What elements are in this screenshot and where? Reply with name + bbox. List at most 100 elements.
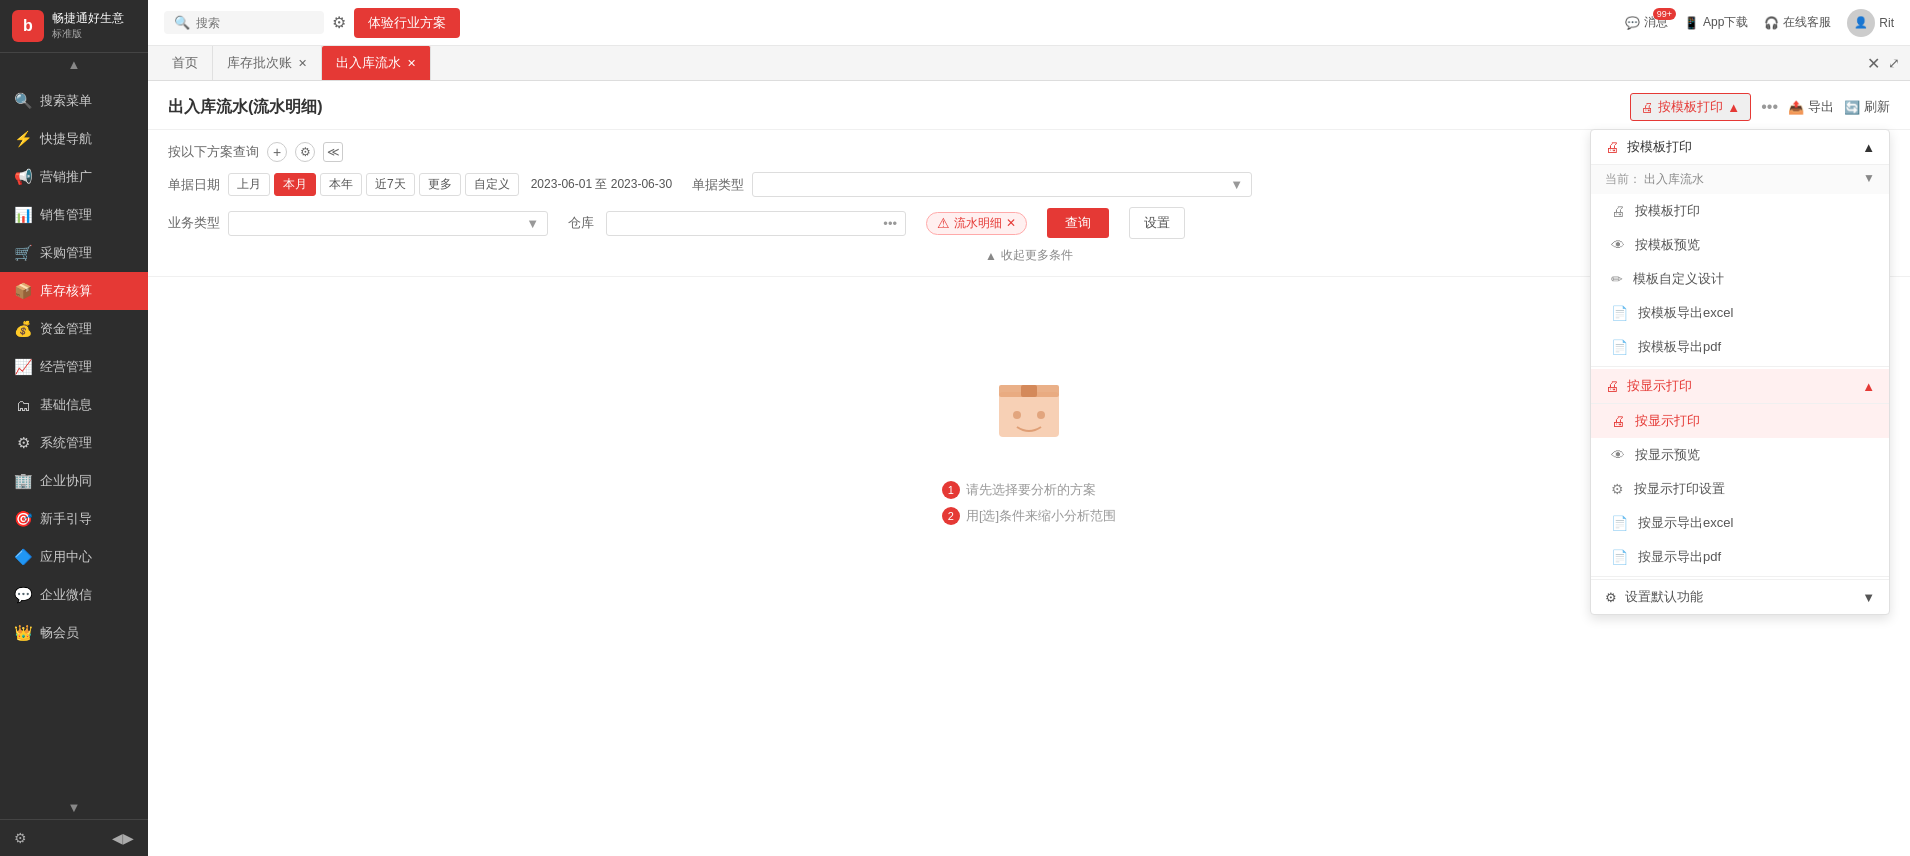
topbar-search-box[interactable]: 🔍 xyxy=(164,11,324,34)
filter-settings-btn[interactable]: ⚙ xyxy=(295,142,315,162)
finance-icon: 💰 xyxy=(14,320,32,338)
export-btn[interactable]: 📤 导出 xyxy=(1788,98,1834,116)
online-service-btn[interactable]: 🎧 在线客服 xyxy=(1764,14,1831,31)
flow-detail-tag[interactable]: ⚠ 流水明细 ✕ xyxy=(926,212,1027,235)
close-all-tabs-icon[interactable]: ✕ xyxy=(1867,54,1880,73)
tip-item-1: 1 请先选择要分析的方案 xyxy=(942,477,1116,503)
date-btn-more[interactable]: 更多 xyxy=(419,173,461,196)
display-preview-item[interactable]: 👁 按显示预览 xyxy=(1591,438,1889,472)
svg-point-3 xyxy=(1013,411,1021,419)
warehouse-select[interactable]: ••• xyxy=(606,211,906,236)
refresh-btn[interactable]: 🔄 刷新 xyxy=(1844,98,1890,116)
warehouse-dots-icon: ••• xyxy=(883,216,897,231)
sales-icon: 📊 xyxy=(14,206,32,224)
template-custom-design-item[interactable]: ✏ 模板自定义设计 xyxy=(1591,262,1889,296)
tab-flow-close-icon[interactable]: ✕ xyxy=(407,57,416,70)
expand-tab-icon[interactable]: ⤢ xyxy=(1888,55,1900,71)
settings-gear-icon[interactable]: ⚙ xyxy=(332,13,346,32)
sidebar-item-app-center[interactable]: 🔷 应用中心 xyxy=(0,538,148,576)
query-btn[interactable]: 查询 xyxy=(1047,208,1109,238)
empty-tips: 1 请先选择要分析的方案 2 用[选]条件来缩小分析范围 xyxy=(942,477,1116,529)
scroll-up-btn[interactable]: ▲ xyxy=(0,53,148,76)
tag-close-icon[interactable]: ✕ xyxy=(1006,216,1016,230)
chevron-up-collapse-icon: ▲ xyxy=(985,249,997,263)
display-export-excel-item[interactable]: 📄 按显示导出excel xyxy=(1591,506,1889,540)
sidebar-item-basic-info[interactable]: 🗂 基础信息 xyxy=(0,386,148,424)
scroll-down-btn[interactable]: ▼ xyxy=(0,796,148,819)
template-export-excel-item[interactable]: 📄 按模板导出excel xyxy=(1591,296,1889,330)
sidebar-item-operations[interactable]: 📈 经营管理 xyxy=(0,348,148,386)
sidebar-item-purchase[interactable]: 🛒 采购管理 xyxy=(0,234,148,272)
export-icon: 📤 xyxy=(1788,100,1804,115)
template-print-btn[interactable]: 🖨 按模板打印 ▲ xyxy=(1630,93,1751,121)
username-label: Rit xyxy=(1879,16,1894,30)
page-header: 出入库流水(流水明细) 🖨 按模板打印 ▲ ••• 📤 导出 🔄 刷新 xyxy=(148,81,1910,130)
user-avatar-area[interactable]: 👤 Rit xyxy=(1847,9,1894,37)
sidebar-item-system[interactable]: ⚙ 系统管理 xyxy=(0,424,148,462)
sidebar-item-vip[interactable]: 👑 畅会员 xyxy=(0,614,148,652)
print-item-icon: 🖨 xyxy=(1611,203,1625,219)
filter-label: 按以下方案查询 xyxy=(168,143,259,161)
display-pdf-icon: 📄 xyxy=(1611,549,1628,565)
tab-batch-close-icon[interactable]: ✕ xyxy=(298,57,307,70)
guide-icon: 🎯 xyxy=(14,510,32,528)
date-btn-this-year[interactable]: 本年 xyxy=(320,173,362,196)
biz-type-chevron-icon: ▼ xyxy=(526,216,539,231)
footer-collapse-icon[interactable]: ◀▶ xyxy=(112,830,134,846)
wecom-icon: 💬 xyxy=(14,586,32,604)
sidebar-item-sales[interactable]: 📊 销售管理 xyxy=(0,196,148,234)
sidebar-item-marketing[interactable]: 📢 营销推广 xyxy=(0,158,148,196)
template-print-item[interactable]: 🖨 按模板打印 xyxy=(1591,194,1889,228)
template-preview-item[interactable]: 👁 按模板预览 xyxy=(1591,228,1889,262)
sidebar-footer: ⚙ ◀▶ xyxy=(0,819,148,856)
display-export-pdf-item[interactable]: 📄 按显示导出pdf xyxy=(1591,540,1889,574)
display-print-section-header[interactable]: 🖨 按显示打印 ▲ xyxy=(1591,369,1889,404)
tabs-right: ✕ ⤢ xyxy=(1867,54,1900,73)
basic-info-icon: 🗂 xyxy=(14,397,32,414)
date-range-display: 2023-06-01 至 2023-06-30 xyxy=(531,176,672,193)
main-content: 🔍 ⚙ 体验行业方案 💬 消息 99+ 📱 App下载 🎧 在线客服 👤 xyxy=(148,0,1910,856)
more-actions-icon[interactable]: ••• xyxy=(1761,98,1778,116)
sidebar-item-finance[interactable]: 💰 资金管理 xyxy=(0,310,148,348)
settings-btn[interactable]: 设置 xyxy=(1129,207,1185,239)
app-download-btn[interactable]: 📱 App下载 xyxy=(1684,14,1748,31)
tab-flow[interactable]: 出入库流水 ✕ xyxy=(322,46,431,80)
template-export-pdf-item[interactable]: 📄 按模板导出pdf xyxy=(1591,330,1889,364)
display-print-item[interactable]: 🖨 按显示打印 xyxy=(1591,404,1889,438)
sidebar-item-quick-nav[interactable]: ⚡ 快捷导航 xyxy=(0,120,148,158)
sidebar-item-enterprise[interactable]: 🏢 企业协同 xyxy=(0,462,148,500)
tip-item-2: 2 用[选]条件来缩小分析范围 xyxy=(942,503,1116,529)
enterprise-icon: 🏢 xyxy=(14,472,32,490)
biz-type-field: 业务类型 ▼ xyxy=(168,211,548,236)
sidebar-item-inventory[interactable]: 📦 库存核算 xyxy=(0,272,148,310)
chevron-down-default-icon: ▼ xyxy=(1862,590,1875,605)
default-function-item[interactable]: ⚙ 设置默认功能 ▼ xyxy=(1591,579,1889,614)
date-btn-last-month[interactable]: 上月 xyxy=(228,173,270,196)
sidebar: b 畅捷通好生意 标准版 ▲ 🔍 搜索菜单 ⚡ 快捷导航 📢 营销推广 📊 销售… xyxy=(0,0,148,856)
biz-type-select[interactable]: ▼ xyxy=(228,211,548,236)
sidebar-item-search[interactable]: 🔍 搜索菜单 xyxy=(0,82,148,120)
bill-type-select[interactable]: ▼ xyxy=(752,172,1252,197)
sidebar-item-wecom[interactable]: 💬 企业微信 xyxy=(0,576,148,614)
footer-settings-icon[interactable]: ⚙ xyxy=(14,830,27,846)
date-btn-7days[interactable]: 近7天 xyxy=(366,173,415,196)
message-icon: 💬 xyxy=(1625,16,1640,30)
filter-add-btn[interactable]: + xyxy=(267,142,287,162)
filter-collapse-btn[interactable]: ≪ xyxy=(323,142,343,162)
tab-home[interactable]: 首页 xyxy=(158,46,213,80)
sidebar-item-guide[interactable]: 🎯 新手引导 xyxy=(0,500,148,538)
date-btn-this-month[interactable]: 本月 xyxy=(274,173,316,196)
date-btn-custom[interactable]: 自定义 xyxy=(465,173,519,196)
trial-industry-btn[interactable]: 体验行业方案 xyxy=(354,8,460,38)
search-input[interactable] xyxy=(196,16,296,30)
tab-batch[interactable]: 库存批次账 ✕ xyxy=(213,46,322,80)
display-settings-icon: ⚙ xyxy=(1611,481,1624,497)
topbar-right: 💬 消息 99+ 📱 App下载 🎧 在线客服 👤 Rit xyxy=(1625,9,1894,37)
template-print-section-header[interactable]: 🖨 按模板打印 ▲ xyxy=(1591,130,1889,165)
message-btn[interactable]: 💬 消息 99+ xyxy=(1625,14,1668,31)
display-preview-icon: 👁 xyxy=(1611,447,1625,463)
page-content: 出入库流水(流水明细) 🖨 按模板打印 ▲ ••• 📤 导出 🔄 刷新 xyxy=(148,81,1910,856)
svg-rect-2 xyxy=(1021,385,1037,397)
topbar-left: 🔍 ⚙ 体验行业方案 xyxy=(164,8,1613,38)
display-print-settings-item[interactable]: ⚙ 按显示打印设置 xyxy=(1591,472,1889,506)
